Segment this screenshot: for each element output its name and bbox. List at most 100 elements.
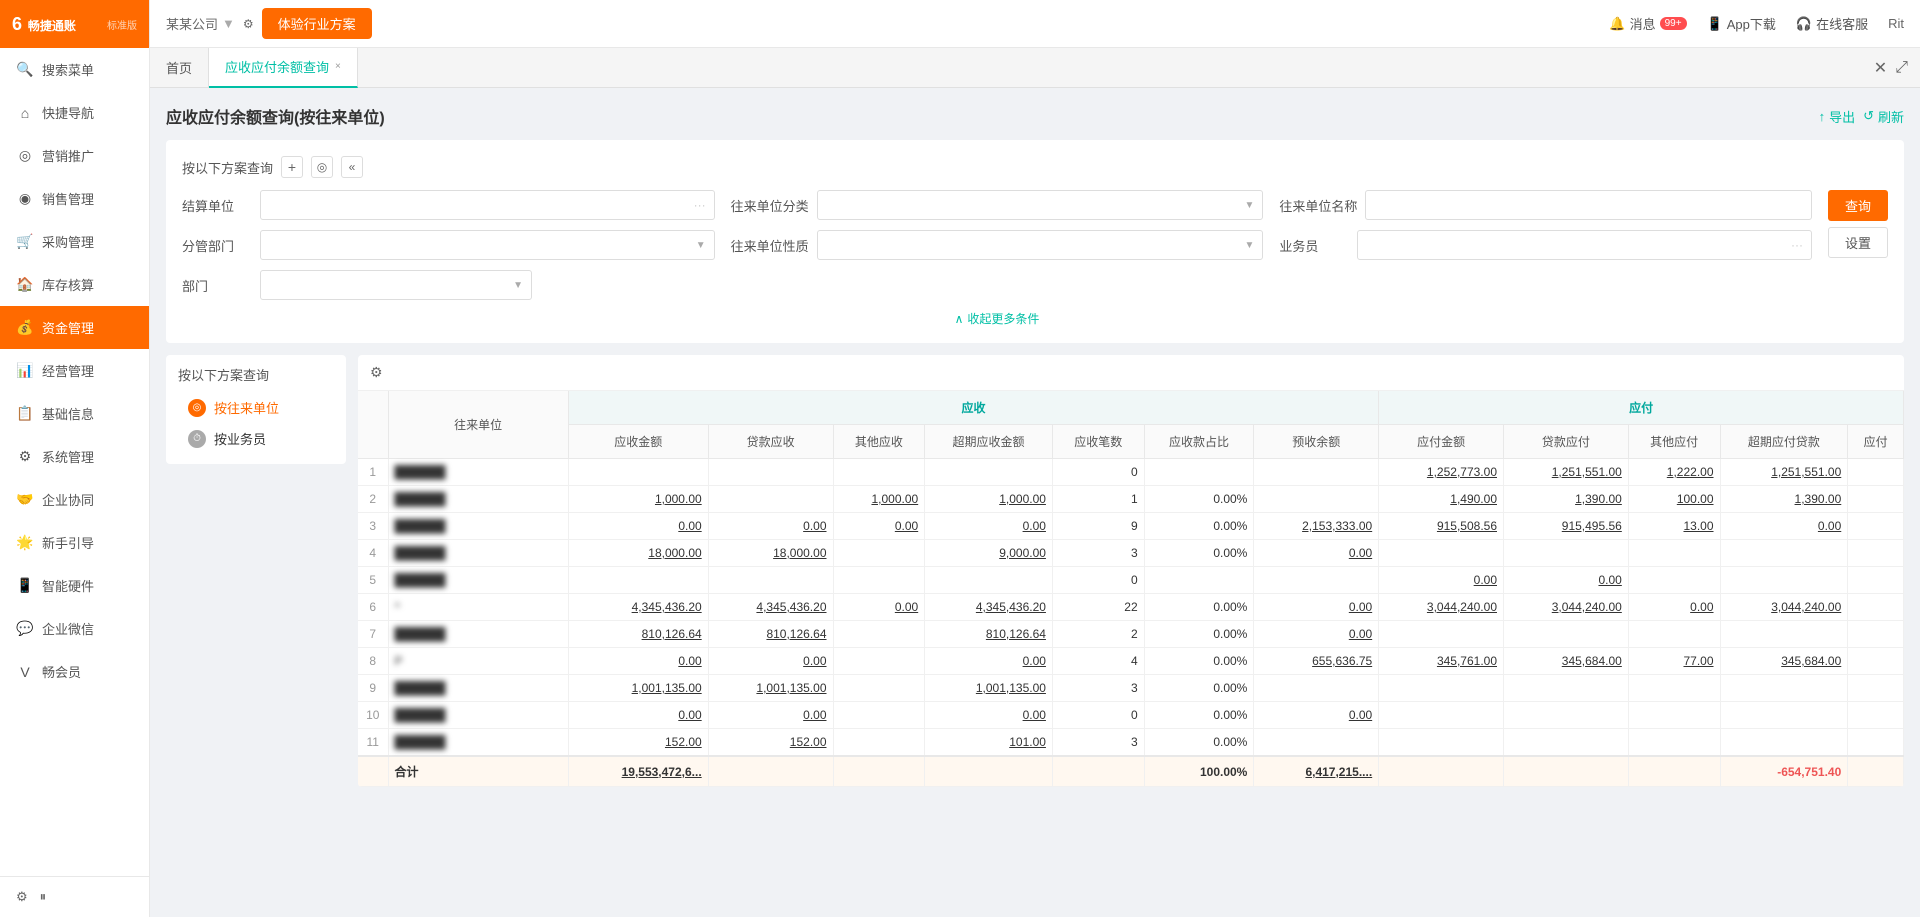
ar_loan-cell[interactable]: 0.00	[708, 513, 833, 540]
sidebar-item-guide[interactable]: 🌟 新手引导	[0, 521, 149, 564]
ap_loan-cell[interactable]: 915,495.56	[1504, 513, 1629, 540]
ap_other-cell[interactable]: 100.00	[1628, 486, 1720, 513]
ar_overdue-cell[interactable]: 0.00	[925, 513, 1053, 540]
ap_loan-cell[interactable]: 345,684.00	[1504, 648, 1629, 675]
plan-button[interactable]: 体验行业方案	[262, 8, 372, 39]
filter-dept-dropdown[interactable]: ▼	[260, 230, 715, 260]
ap_other-cell[interactable]: 77.00	[1628, 648, 1720, 675]
filter-section-dept-dropdown[interactable]: ▼	[260, 270, 532, 300]
query-selector-by-staff[interactable]: ⏱按业务员	[178, 423, 334, 454]
sidebar-item-sales[interactable]: ◉ 销售管理	[0, 177, 149, 220]
sidebar-item-operations[interactable]: 📊 经营管理	[0, 349, 149, 392]
ap_amount-cell[interactable]: 1,252,773.00	[1379, 459, 1504, 486]
ar_overdue-cell[interactable]: 1,001,135.00	[925, 675, 1053, 702]
sidebar-item-finance[interactable]: 💰 资金管理	[0, 306, 149, 349]
ar_prepay-cell[interactable]: 0.00	[1254, 702, 1379, 729]
query-selector-by-customer[interactable]: ◎按往来单位	[178, 392, 334, 423]
ap_other-cell[interactable]: 1,222.00	[1628, 459, 1720, 486]
export-button[interactable]: ↑ 导出	[1819, 107, 1856, 126]
sidebar-item-corp-coop[interactable]: 🤝 企业协同	[0, 478, 149, 521]
online-service[interactable]: 🎧 在线客服	[1796, 14, 1868, 33]
tab-ar-ap[interactable]: 应收应付余额查询 ×	[209, 48, 358, 88]
table-wrapper[interactable]: 往来单位 应收 应付 应收金额 贷款应收 其他应收 超期应收金额 应收笔数 应收…	[358, 391, 1904, 787]
ar_overdue-cell[interactable]: 9,000.00	[925, 540, 1053, 567]
ap_loan-cell[interactable]: 1,251,551.00	[1504, 459, 1629, 486]
footer-ar-prepay[interactable]: 6,417,215....	[1254, 756, 1379, 787]
topbar-gear-icon[interactable]: ⚙	[243, 17, 254, 31]
ar_other-cell[interactable]: 0.00	[833, 513, 925, 540]
ap_amount-cell[interactable]: 3,044,240.00	[1379, 594, 1504, 621]
ar_overdue-cell[interactable]: 4,345,436.20	[925, 594, 1053, 621]
ar_prepay-cell[interactable]: 2,153,333.00	[1254, 513, 1379, 540]
ap_overdue-cell[interactable]: 1,251,551.00	[1720, 459, 1848, 486]
ap_amount-cell[interactable]: 915,508.56	[1379, 513, 1504, 540]
query-button[interactable]: 查询	[1828, 190, 1888, 221]
ar_prepay-cell[interactable]: 0.00	[1254, 540, 1379, 567]
company-selector[interactable]: 某某公司 ▼	[166, 14, 235, 33]
ar_loan-cell[interactable]: 810,126.64	[708, 621, 833, 648]
filter-partner-name-input[interactable]	[1365, 190, 1812, 220]
tab-home[interactable]: 首页	[150, 48, 209, 88]
tab-ar-ap-close[interactable]: ×	[335, 61, 341, 72]
ap_other-cell[interactable]: 13.00	[1628, 513, 1720, 540]
filter-add-button[interactable]: +	[281, 156, 303, 178]
ar_overdue-cell[interactable]: 0.00	[925, 648, 1053, 675]
filter-partner-category-dropdown[interactable]: ▼	[817, 190, 1264, 220]
ap_overdue-cell[interactable]: 3,044,240.00	[1720, 594, 1848, 621]
ar_loan-cell[interactable]: 1,001,135.00	[708, 675, 833, 702]
ar_overdue-cell[interactable]: 0.00	[925, 702, 1053, 729]
ar_loan-cell[interactable]: 18,000.00	[708, 540, 833, 567]
ar_overdue-cell[interactable]: 810,126.64	[925, 621, 1053, 648]
sidebar-item-quick-nav[interactable]: ⌂ 快捷导航	[0, 91, 149, 134]
setting-button[interactable]: 设置	[1828, 227, 1888, 258]
ar_loan-cell[interactable]: 0.00	[708, 702, 833, 729]
sidebar-item-member[interactable]: V 畅会员	[0, 650, 149, 693]
ar_amount-cell[interactable]: 0.00	[568, 513, 708, 540]
ar_amount-cell[interactable]: 18,000.00	[568, 540, 708, 567]
table-settings-icon[interactable]: ⚙	[370, 364, 383, 381]
ar_amount-cell[interactable]: 1,000.00	[568, 486, 708, 513]
ar_other-cell[interactable]: 1,000.00	[833, 486, 925, 513]
ar_overdue-cell[interactable]: 1,000.00	[925, 486, 1053, 513]
footer-ar-amount[interactable]: 19,553,472,6...	[568, 756, 708, 787]
filter-settlement-input[interactable]: ···	[260, 190, 715, 220]
filter-partner-nature-dropdown[interactable]: ▼	[817, 230, 1264, 260]
sidebar-settings-icon[interactable]: ⚙	[16, 889, 28, 905]
filter-salesman-input[interactable]: ···	[1357, 230, 1812, 260]
tabs-expand-icon[interactable]: ⤢	[1895, 59, 1908, 77]
ap_overdue-cell[interactable]: 1,390.00	[1720, 486, 1848, 513]
sidebar-item-inventory[interactable]: 🏠 库存核算	[0, 263, 149, 306]
sidebar-item-wechat[interactable]: 💬 企业微信	[0, 607, 149, 650]
sidebar-collapse-icon[interactable]: ⏸	[40, 889, 47, 905]
filter-collapse-button[interactable]: «	[341, 156, 363, 178]
sidebar-item-search[interactable]: 🔍 搜索菜单	[0, 48, 149, 91]
collapse-more-button[interactable]: ∧ 收起更多条件	[955, 310, 1040, 327]
ar_amount-cell[interactable]: 4,345,436.20	[568, 594, 708, 621]
ar_loan-cell[interactable]: 152.00	[708, 729, 833, 757]
ap_loan-cell[interactable]: 0.00	[1504, 567, 1629, 594]
ap_amount-cell[interactable]: 1,490.00	[1379, 486, 1504, 513]
ar_prepay-cell[interactable]: 0.00	[1254, 621, 1379, 648]
ap_overdue-cell[interactable]: 0.00	[1720, 513, 1848, 540]
sidebar-item-sys-admin[interactable]: ⚙ 系统管理	[0, 435, 149, 478]
user-name[interactable]: Rit	[1888, 16, 1904, 31]
ar_overdue-cell[interactable]: 101.00	[925, 729, 1053, 757]
refresh-button[interactable]: ↺ 刷新	[1863, 107, 1904, 126]
notifications[interactable]: 🔔 消息 99+	[1609, 14, 1686, 33]
ap_amount-cell[interactable]: 0.00	[1379, 567, 1504, 594]
ar_prepay-cell[interactable]: 0.00	[1254, 594, 1379, 621]
ar_amount-cell[interactable]: 1,001,135.00	[568, 675, 708, 702]
ar_loan-cell[interactable]: 4,345,436.20	[708, 594, 833, 621]
tabs-close-icon[interactable]: ✕	[1874, 58, 1887, 78]
ap_overdue-cell[interactable]: 345,684.00	[1720, 648, 1848, 675]
company-dropdown-icon[interactable]: ▼	[222, 16, 235, 31]
ap_amount-cell[interactable]: 345,761.00	[1379, 648, 1504, 675]
sidebar-item-smart-hw[interactable]: 📱 智能硬件	[0, 564, 149, 607]
ar_amount-cell[interactable]: 0.00	[568, 702, 708, 729]
app-download[interactable]: 📱 App下载	[1707, 14, 1776, 33]
ar_prepay-cell[interactable]: 655,636.75	[1254, 648, 1379, 675]
ap_other-cell[interactable]: 0.00	[1628, 594, 1720, 621]
ar_amount-cell[interactable]: 810,126.64	[568, 621, 708, 648]
ar_amount-cell[interactable]: 152.00	[568, 729, 708, 757]
ap_loan-cell[interactable]: 3,044,240.00	[1504, 594, 1629, 621]
